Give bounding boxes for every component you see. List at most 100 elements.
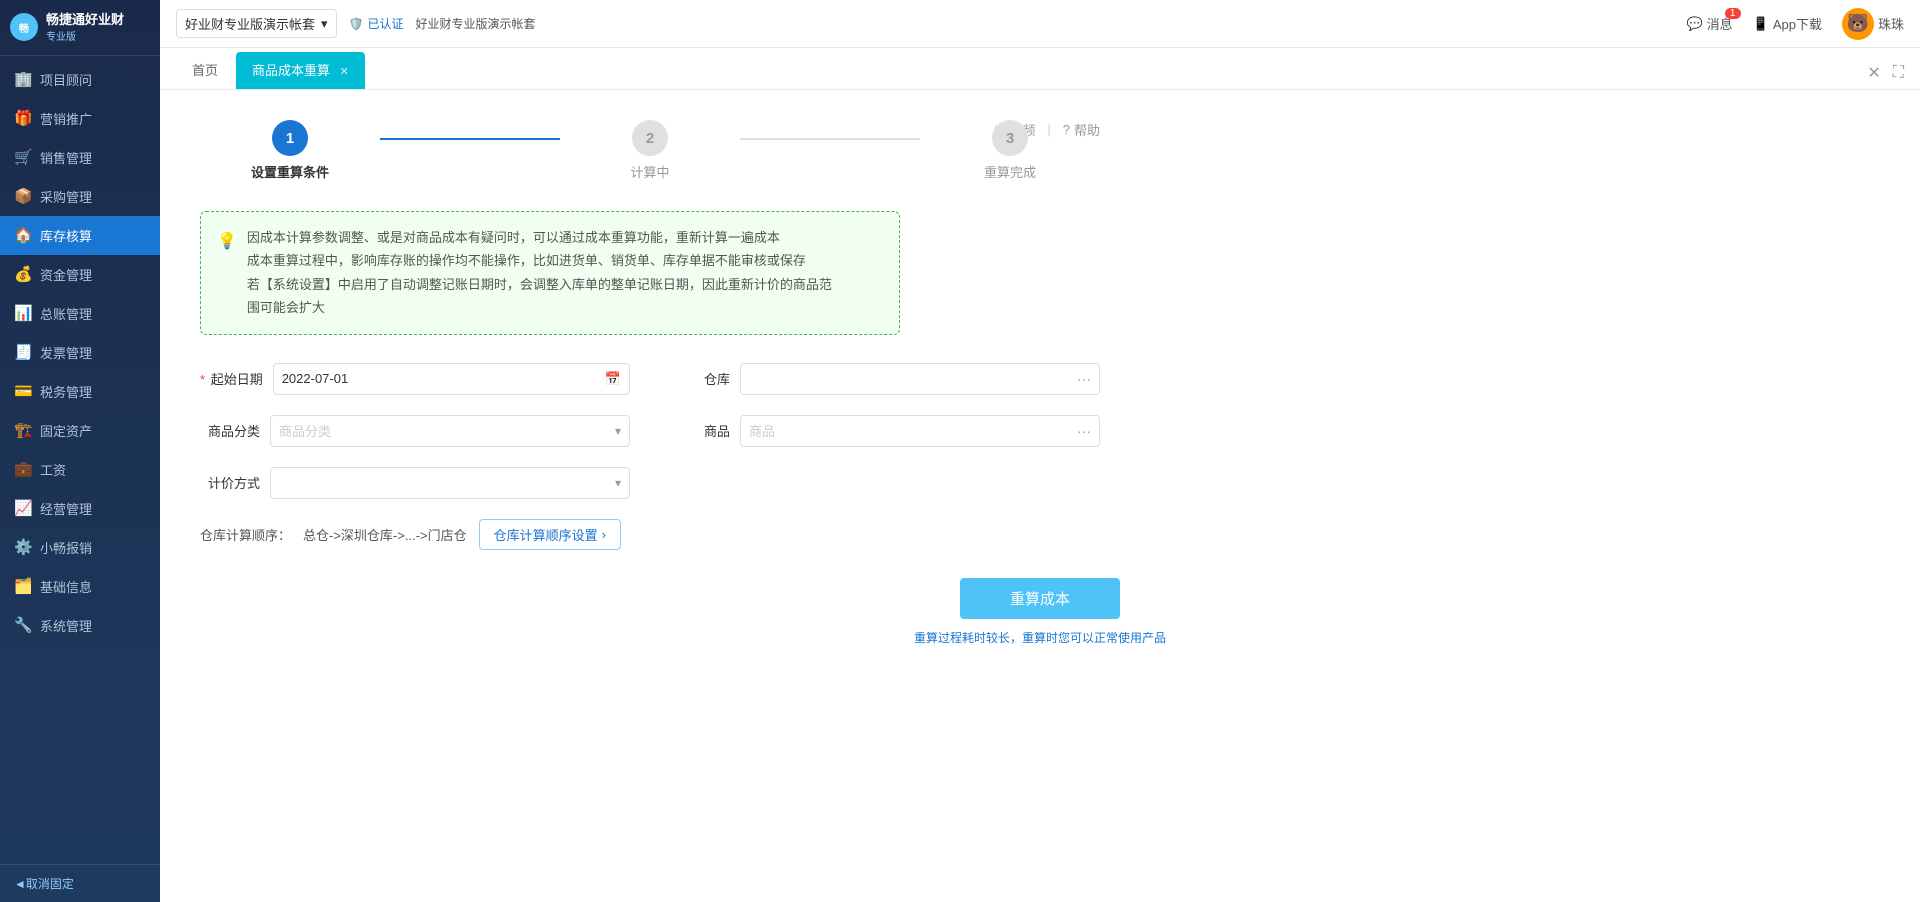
step-2-label: 计算中: [630, 162, 669, 181]
sidebar-subtitle: 专业版: [46, 28, 124, 43]
recalc-section: 重算成本 重算过程耗时较长，重算时您可以正常使用产品: [200, 578, 1880, 646]
content-area: 1 设置重算条件 2 计算中 3 重算完成 ▷ 视频: [160, 90, 1920, 902]
app-label: App下载: [1773, 14, 1822, 33]
step-3-label: 重算完成: [984, 162, 1036, 181]
unpin-label: ◄取消固定: [14, 875, 74, 892]
step-1-label: 设置重算条件: [251, 162, 329, 181]
step-1-circle: 1: [272, 120, 308, 156]
warehouse-input[interactable]: ···: [740, 363, 1100, 395]
verified-badge: 🛡️ 已认证: [349, 15, 404, 32]
sidebar-label-business: 经营管理: [40, 499, 92, 518]
account-name: 好业财专业版演示帐套: [185, 14, 315, 33]
sidebar-item-purchase[interactable]: 📦 采购管理: [0, 177, 160, 216]
form-row-3: 计价方式: [200, 467, 1100, 499]
message-button[interactable]: 💬 消息 1: [1686, 14, 1732, 33]
marketing-icon: 🎁: [14, 109, 32, 127]
expense-icon: ⚙️: [14, 538, 32, 556]
inventory-icon: 🏠: [14, 226, 32, 244]
sidebar-label-base: 基础信息: [40, 577, 92, 596]
stepper: 1 设置重算条件 2 计算中 3 重算完成: [200, 120, 1100, 181]
user-name: 珠珠: [1878, 14, 1904, 33]
system-icon: 🔧: [14, 616, 32, 634]
assets-icon: 🏗️: [14, 421, 32, 439]
shield-icon: 🛡️: [349, 17, 364, 31]
sidebar-title: 畅捷通好业财: [46, 12, 124, 28]
goods-dots-icon: ···: [1077, 423, 1091, 439]
sidebar-item-system[interactable]: 🔧 系统管理: [0, 606, 160, 645]
user-profile[interactable]: 🐻 珠珠: [1842, 8, 1904, 40]
calendar-icon[interactable]: 📅: [605, 371, 621, 387]
sidebar-item-assets[interactable]: 🏗️ 固定资产: [0, 411, 160, 450]
account-dropdown-icon: ▾: [321, 16, 328, 32]
sidebar-item-tax[interactable]: 💳 税务管理: [0, 372, 160, 411]
sidebar-label-finance: 资金管理: [40, 265, 92, 284]
sidebar-item-inventory[interactable]: 🏠 库存核算: [0, 216, 160, 255]
topbar-right: 💬 消息 1 📱 App下载 🐻 珠珠: [1686, 8, 1904, 40]
sidebar-label-expense: 小畅报销: [40, 538, 92, 557]
category-select[interactable]: 商品分类: [270, 415, 630, 447]
question-icon: ?: [1063, 122, 1070, 137]
chevron-right-icon: ›: [602, 527, 606, 542]
tab-home[interactable]: 首页: [176, 52, 234, 89]
sidebar-label-sales: 销售管理: [40, 148, 92, 167]
close-window-icon[interactable]: ✕: [1867, 63, 1880, 83]
form-section: * 起始日期 2022-07-01 📅 仓库 ···: [200, 363, 1100, 550]
warehouse-field: 仓库 ···: [670, 363, 1100, 395]
tab-close-icon[interactable]: ✕: [340, 66, 349, 78]
main-area: 好业财专业版演示帐套 ▾ 🛡️ 已认证 好业财专业版演示帐套 💬 消息 1 📱 …: [160, 0, 1920, 902]
category-placeholder: 商品分类: [279, 421, 331, 440]
app-download-button[interactable]: 📱 App下载: [1753, 14, 1822, 33]
warehouse-order-row: 仓库计算顺序： 总仓->深圳仓库->...->门店仓 仓库计算顺序设置 ›: [200, 519, 1100, 550]
sidebar-item-business[interactable]: 📈 经营管理: [0, 489, 160, 528]
info-text: 因成本计算参数调整、或是对商品成本有疑问时，可以通过成本重算功能，重新计算一遍成…: [247, 226, 832, 320]
start-date-input[interactable]: 2022-07-01 📅: [273, 363, 630, 395]
verified-label: 已认证: [368, 15, 404, 32]
expand-window-icon[interactable]: ⛶: [1893, 64, 1904, 82]
sidebar-logo: 畅: [10, 13, 38, 41]
start-date-label: * 起始日期: [200, 369, 263, 388]
sidebar-item-base[interactable]: 🗂️ 基础信息: [0, 567, 160, 606]
info-icon: 💡: [217, 228, 237, 320]
sidebar-item-project[interactable]: 🏢 项目顾问: [0, 60, 160, 99]
sidebar-item-marketing[interactable]: 🎁 营销推广: [0, 99, 160, 138]
sidebar-item-invoice[interactable]: 🧾 发票管理: [0, 333, 160, 372]
project-icon: 🏢: [14, 70, 32, 88]
start-date-field: * 起始日期 2022-07-01 📅: [200, 363, 630, 395]
tax-icon: 💳: [14, 382, 32, 400]
warehouse-order-label: 仓库计算顺序：: [200, 525, 291, 544]
required-star: *: [200, 372, 205, 387]
help-link[interactable]: ? 帮助: [1063, 120, 1100, 139]
sidebar-item-expense[interactable]: ⚙️ 小畅报销: [0, 528, 160, 567]
recalc-button[interactable]: 重算成本: [960, 578, 1120, 619]
warehouse-order-btn[interactable]: 仓库计算顺序设置 ›: [479, 519, 621, 550]
step-3-circle: 3: [992, 120, 1028, 156]
date-value: 2022-07-01: [282, 371, 349, 386]
sidebar-label-accounting: 总账管理: [40, 304, 92, 323]
step-2-circle: 2: [632, 120, 668, 156]
step-1: 1 设置重算条件: [200, 120, 380, 181]
sidebar-label-purchase: 采购管理: [40, 187, 92, 206]
sidebar-footer[interactable]: ◄取消固定: [0, 864, 160, 902]
goods-input[interactable]: 商品 ···: [740, 415, 1100, 447]
category-field: 商品分类 商品分类: [200, 415, 630, 447]
recalc-hint: 重算过程耗时较长，重算时您可以正常使用产品: [200, 629, 1880, 646]
account-selector[interactable]: 好业财专业版演示帐套 ▾: [176, 9, 337, 38]
sidebar-nav: 🏢 项目顾问 🎁 营销推广 🛒 销售管理 📦 采购管理 🏠 库存核算 💰 资金管…: [0, 56, 160, 864]
tab-recalc[interactable]: 商品成本重算 ✕: [236, 52, 365, 89]
sidebar-item-payroll[interactable]: 💼 工资: [0, 450, 160, 489]
tabbar: 首页 商品成本重算 ✕ ✕ ⛶: [160, 48, 1920, 90]
sidebar-label-system: 系统管理: [40, 616, 92, 635]
sidebar-item-sales[interactable]: 🛒 销售管理: [0, 138, 160, 177]
price-field: 计价方式: [200, 467, 630, 499]
user-avatar: 🐻: [1842, 8, 1874, 40]
message-icon: 💬: [1686, 16, 1702, 32]
sidebar-label-payroll: 工资: [40, 460, 66, 479]
sidebar-item-finance[interactable]: 💰 资金管理: [0, 255, 160, 294]
invoice-icon: 🧾: [14, 343, 32, 361]
price-select[interactable]: [270, 467, 630, 499]
message-badge: 1: [1725, 8, 1741, 19]
topbar: 好业财专业版演示帐套 ▾ 🛡️ 已认证 好业财专业版演示帐套 💬 消息 1 📱 …: [160, 0, 1920, 48]
sidebar-item-accounting[interactable]: 📊 总账管理: [0, 294, 160, 333]
finance-icon: 💰: [14, 265, 32, 283]
sidebar-label-inventory: 库存核算: [40, 226, 92, 245]
